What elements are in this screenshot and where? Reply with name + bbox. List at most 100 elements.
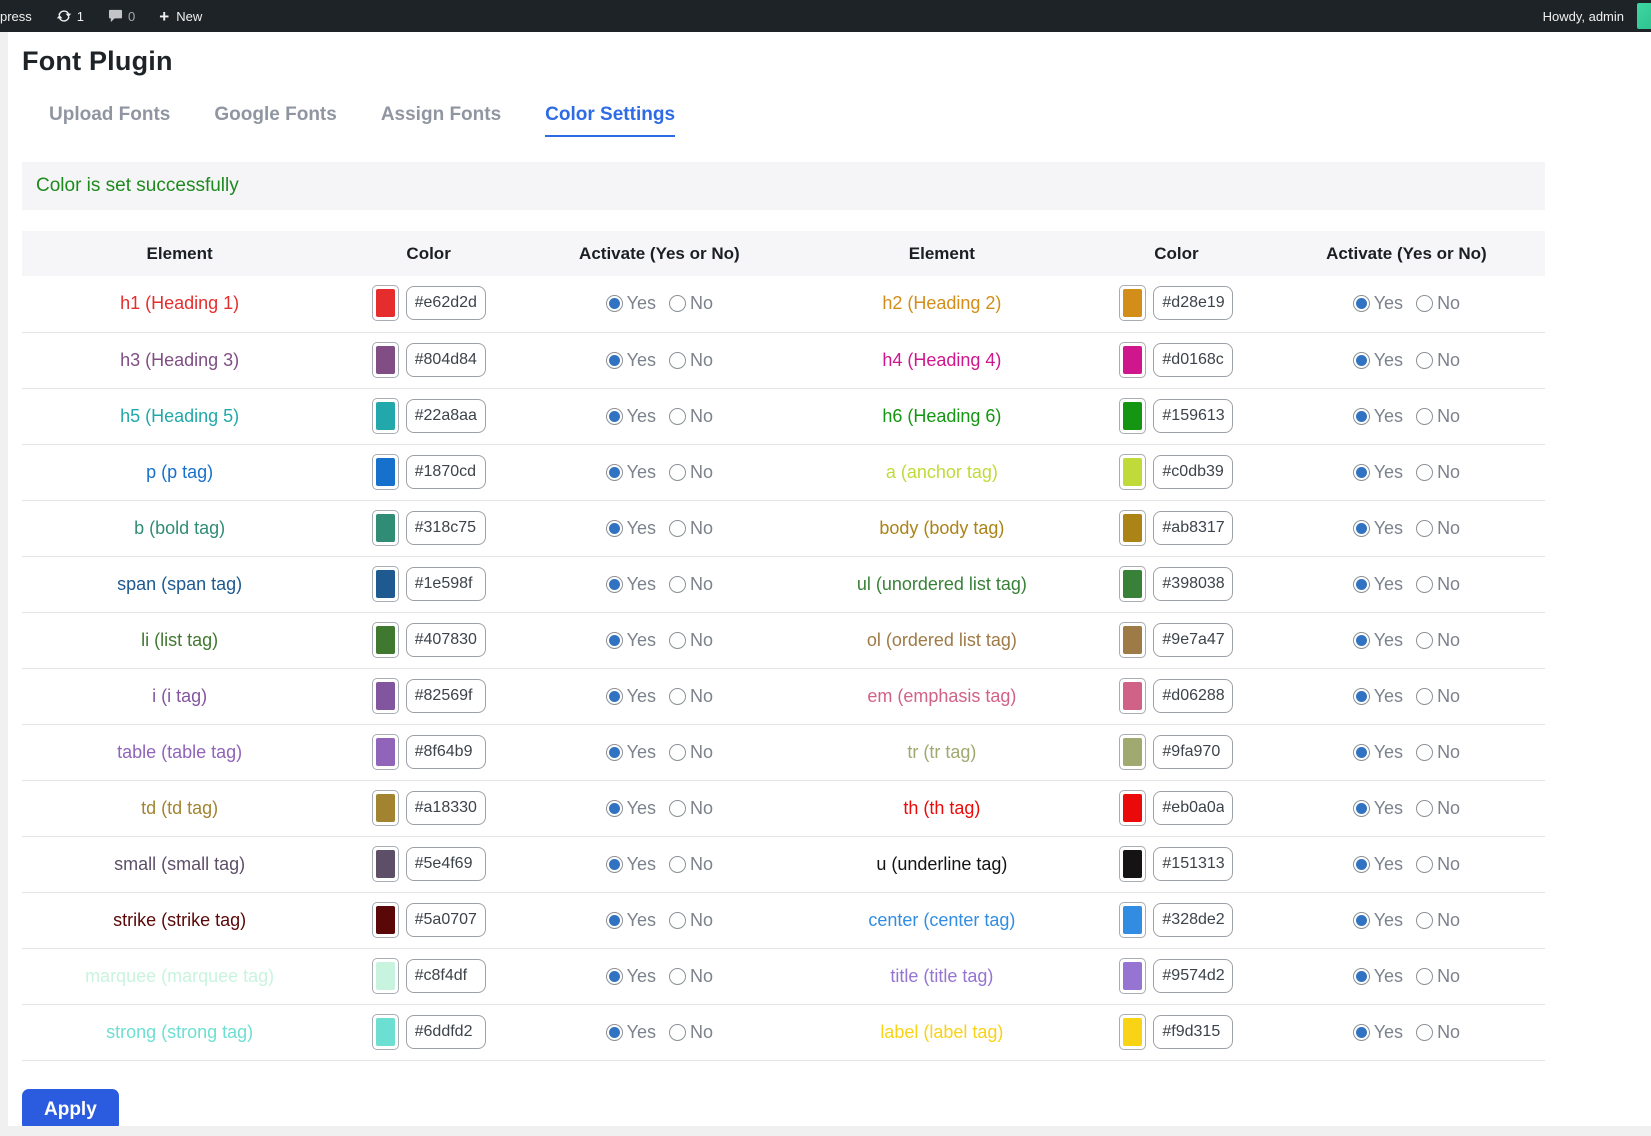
radio-yes[interactable] xyxy=(1352,799,1370,817)
radio-no[interactable] xyxy=(669,1023,687,1041)
color-swatch[interactable] xyxy=(1119,901,1147,938)
hex-input[interactable] xyxy=(405,846,486,881)
radio-no[interactable] xyxy=(1416,519,1434,537)
radio-no[interactable] xyxy=(669,407,687,425)
color-swatch[interactable] xyxy=(371,565,399,602)
radio-no[interactable] xyxy=(1416,687,1434,705)
avatar[interactable] xyxy=(1637,3,1651,29)
radio-no[interactable] xyxy=(669,967,687,985)
radio-no[interactable] xyxy=(1416,463,1434,481)
color-swatch[interactable] xyxy=(371,677,399,714)
hex-input[interactable] xyxy=(405,678,486,713)
hex-input[interactable] xyxy=(405,286,486,321)
radio-no[interactable] xyxy=(669,855,687,873)
radio-yes[interactable] xyxy=(605,911,623,929)
radio-no[interactable] xyxy=(669,687,687,705)
color-swatch[interactable] xyxy=(371,789,399,826)
radio-no[interactable] xyxy=(1416,631,1434,649)
radio-yes[interactable] xyxy=(1352,519,1370,537)
radio-no[interactable] xyxy=(1416,575,1434,593)
radio-yes[interactable] xyxy=(605,351,623,369)
radio-yes[interactable] xyxy=(605,295,623,313)
color-swatch[interactable] xyxy=(1119,1013,1147,1050)
tab-assign-fonts[interactable]: Assign Fonts xyxy=(381,104,501,137)
radio-no[interactable] xyxy=(669,911,687,929)
hex-input[interactable] xyxy=(1153,902,1234,937)
hex-input[interactable] xyxy=(405,734,486,769)
radio-yes[interactable] xyxy=(605,743,623,761)
color-swatch[interactable] xyxy=(1119,341,1147,378)
color-swatch[interactable] xyxy=(371,453,399,490)
radio-yes[interactable] xyxy=(1352,687,1370,705)
hex-input[interactable] xyxy=(1153,286,1234,321)
radio-yes[interactable] xyxy=(605,1023,623,1041)
radio-yes[interactable] xyxy=(1352,967,1370,985)
hex-input[interactable] xyxy=(405,454,486,489)
hex-input[interactable] xyxy=(405,566,486,601)
radio-yes[interactable] xyxy=(1352,911,1370,929)
my-account-link[interactable]: Howdy, admin xyxy=(1531,0,1651,32)
color-swatch[interactable] xyxy=(1119,509,1147,546)
radio-yes[interactable] xyxy=(605,799,623,817)
radio-yes[interactable] xyxy=(1352,855,1370,873)
color-swatch[interactable] xyxy=(371,509,399,546)
hex-input[interactable] xyxy=(1153,958,1234,993)
color-swatch[interactable] xyxy=(1119,845,1147,882)
hex-input[interactable] xyxy=(1153,734,1234,769)
color-swatch[interactable] xyxy=(1119,453,1147,490)
hex-input[interactable] xyxy=(405,958,486,993)
radio-yes[interactable] xyxy=(605,967,623,985)
radio-yes[interactable] xyxy=(1352,407,1370,425)
radio-yes[interactable] xyxy=(1352,743,1370,761)
radio-yes[interactable] xyxy=(605,855,623,873)
new-content-link[interactable]: + New xyxy=(147,0,214,32)
radio-yes[interactable] xyxy=(1352,631,1370,649)
color-swatch[interactable] xyxy=(371,845,399,882)
color-swatch[interactable] xyxy=(1119,565,1147,602)
hex-input[interactable] xyxy=(405,342,486,377)
radio-yes[interactable] xyxy=(605,407,623,425)
comments-link[interactable]: 0 xyxy=(96,0,147,32)
hex-input[interactable] xyxy=(405,398,486,433)
updates-link[interactable]: 1 xyxy=(44,0,96,32)
color-swatch[interactable] xyxy=(1119,957,1147,994)
radio-yes[interactable] xyxy=(1352,351,1370,369)
site-name-link[interactable]: press xyxy=(0,0,44,32)
radio-no[interactable] xyxy=(669,463,687,481)
color-swatch[interactable] xyxy=(1119,621,1147,658)
radio-no[interactable] xyxy=(669,743,687,761)
color-swatch[interactable] xyxy=(1119,789,1147,826)
color-swatch[interactable] xyxy=(1119,677,1147,714)
radio-yes[interactable] xyxy=(1352,295,1370,313)
radio-no[interactable] xyxy=(1416,407,1434,425)
radio-yes[interactable] xyxy=(1352,1023,1370,1041)
color-swatch[interactable] xyxy=(371,1013,399,1050)
hex-input[interactable] xyxy=(1153,454,1234,489)
hex-input[interactable] xyxy=(1153,510,1234,545)
color-swatch[interactable] xyxy=(371,901,399,938)
apply-button[interactable]: Apply xyxy=(22,1088,119,1131)
hex-input[interactable] xyxy=(1153,622,1234,657)
radio-yes[interactable] xyxy=(605,575,623,593)
radio-no[interactable] xyxy=(669,575,687,593)
radio-no[interactable] xyxy=(1416,855,1434,873)
hex-input[interactable] xyxy=(1153,846,1234,881)
radio-yes[interactable] xyxy=(1352,463,1370,481)
radio-yes[interactable] xyxy=(605,687,623,705)
hex-input[interactable] xyxy=(1153,790,1234,825)
color-swatch[interactable] xyxy=(371,341,399,378)
radio-no[interactable] xyxy=(1416,743,1434,761)
radio-no[interactable] xyxy=(669,631,687,649)
hex-input[interactable] xyxy=(405,510,486,545)
radio-no[interactable] xyxy=(1416,295,1434,313)
tab-upload-fonts[interactable]: Upload Fonts xyxy=(49,104,170,137)
radio-no[interactable] xyxy=(669,799,687,817)
tab-color-settings[interactable]: Color Settings xyxy=(545,104,676,137)
radio-no[interactable] xyxy=(669,351,687,369)
color-swatch[interactable] xyxy=(371,621,399,658)
radio-no[interactable] xyxy=(669,519,687,537)
color-swatch[interactable] xyxy=(1119,733,1147,770)
radio-yes[interactable] xyxy=(605,519,623,537)
radio-no[interactable] xyxy=(1416,799,1434,817)
hex-input[interactable] xyxy=(1153,678,1234,713)
